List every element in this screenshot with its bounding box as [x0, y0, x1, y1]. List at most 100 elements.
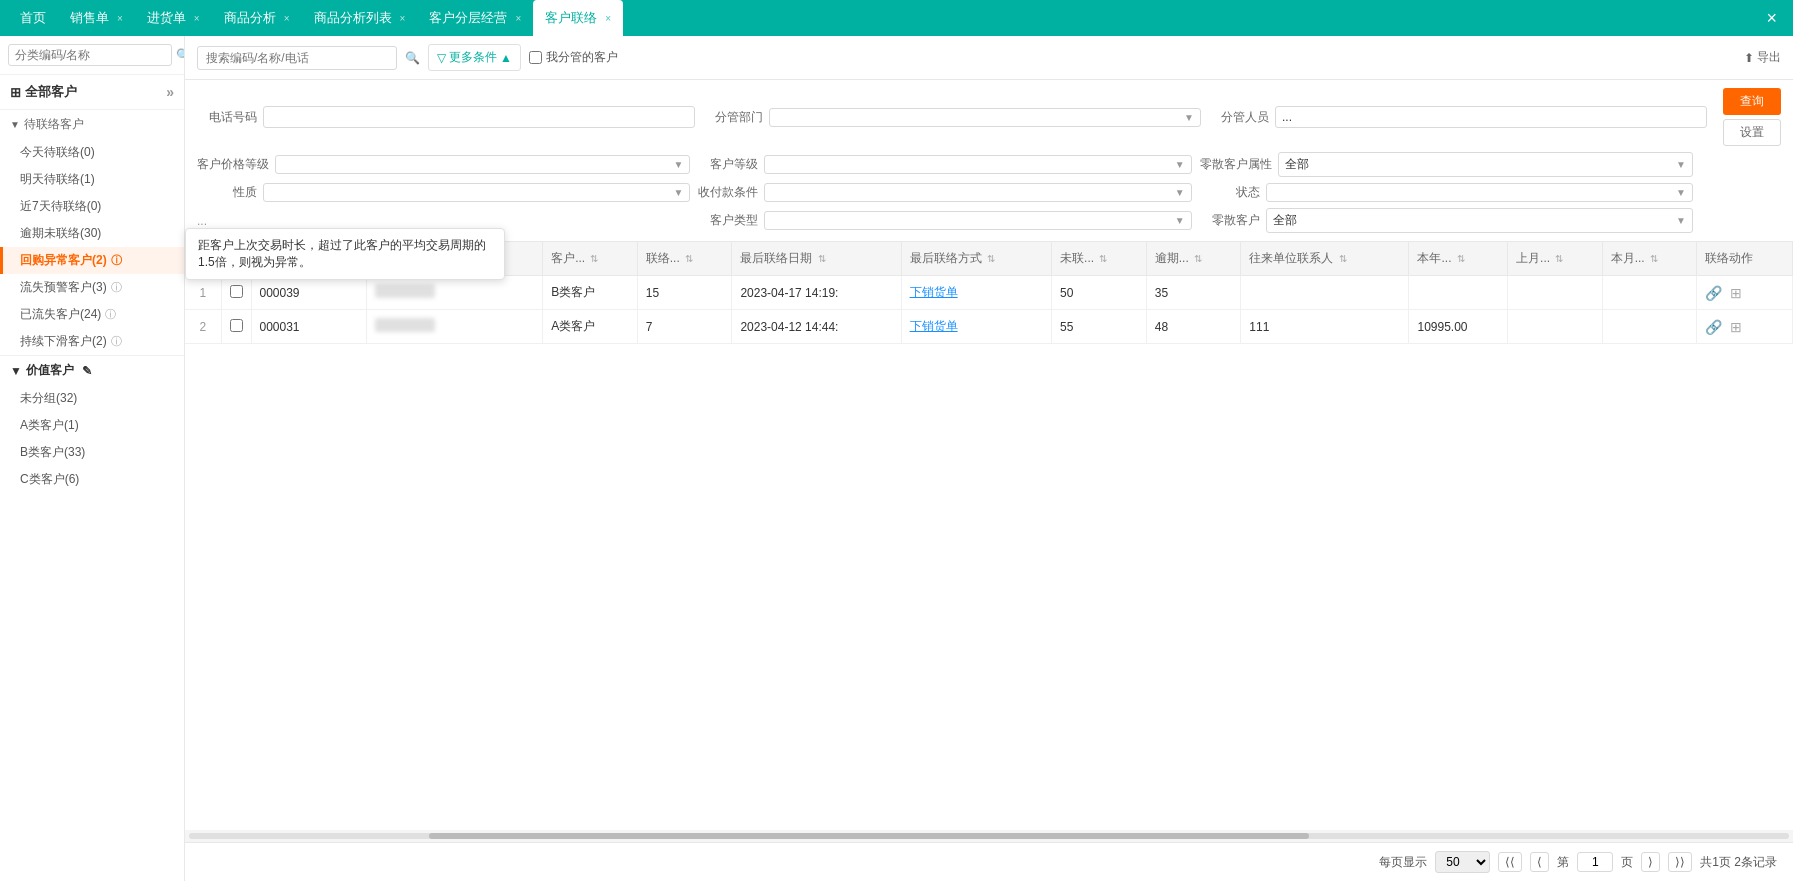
nav-product-list-close[interactable]: ×	[400, 13, 406, 24]
export-button[interactable]: ⬆ 导出	[1744, 49, 1781, 66]
col-partner-contact: 往来单位联系人 ⇅	[1241, 242, 1409, 276]
row-1-last-month	[1508, 276, 1603, 310]
sidebar-item-abnormal-repurchase[interactable]: 回购异常客户(2) ⓘ	[0, 247, 184, 274]
price-level-select[interactable]: ▼	[275, 155, 690, 174]
sidebar-item-ungrouped[interactable]: 未分组(32)	[0, 385, 184, 412]
row-2-grid-icon[interactable]: ⊞	[1730, 319, 1742, 335]
nature-select[interactable]: ▼	[263, 183, 690, 202]
page-number-input[interactable]	[1577, 852, 1613, 872]
nav-product-analysis-close[interactable]: ×	[284, 13, 290, 24]
nav-purchase-close[interactable]: ×	[194, 13, 200, 24]
horizontal-scrollbar[interactable]	[185, 830, 1793, 842]
nav-home[interactable]: 首页	[8, 0, 58, 36]
per-page-label: 每页显示	[1379, 854, 1427, 871]
customer-level-select[interactable]: ▼	[764, 155, 1191, 174]
col-overdue: 逾期... ⇅	[1146, 242, 1241, 276]
sidebar-item-7days[interactable]: 近7天待联络(0)	[0, 193, 184, 220]
row-2-contact: 7	[637, 310, 732, 344]
scatter-attr-select[interactable]: 全部 ▼	[1278, 152, 1693, 177]
first-page-button[interactable]: ⟨⟨	[1498, 852, 1522, 872]
sidebar-item-churn-warning[interactable]: 流失预警客户(3) ⓘ	[0, 274, 184, 301]
more-filter-dots[interactable]: ...	[197, 214, 207, 228]
sidebar-item-today[interactable]: 今天待联络(0)	[0, 139, 184, 166]
scrollbar-track[interactable]	[189, 833, 1789, 839]
nav-sales-close[interactable]: ×	[117, 13, 123, 24]
row-1-link-icon[interactable]: 🔗	[1705, 285, 1722, 301]
sidebar-search-icon[interactable]: 🔍	[176, 48, 185, 62]
row-2-overdue: 48	[1146, 310, 1241, 344]
row-1-name	[366, 276, 542, 310]
row-2-last-month	[1508, 310, 1603, 344]
prev-page-button[interactable]: ⟨	[1530, 852, 1549, 872]
export-icon: ⬆	[1744, 51, 1754, 65]
sidebar-group-value[interactable]: ▼ 价值客户 ✎	[0, 355, 184, 385]
customer-type-select[interactable]: ▼	[764, 211, 1191, 230]
nav-sales[interactable]: 销售单 ×	[58, 0, 135, 36]
manager-select[interactable]: ...	[1275, 106, 1707, 128]
page-label: 第	[1557, 854, 1569, 871]
sidebar-group-pending[interactable]: ▼ 待联络客户	[0, 110, 184, 139]
filter-search-icon[interactable]: 🔍	[405, 51, 420, 65]
dept-select[interactable]: ▼	[769, 108, 1201, 127]
customer-level-label: 客户等级	[698, 156, 758, 173]
customer-type-chevron-icon: ▼	[1175, 215, 1185, 226]
nav-product-list[interactable]: 商品分析列表 ×	[302, 0, 418, 36]
nav-purchase[interactable]: 进货单 ×	[135, 0, 212, 36]
row-1-this-month	[1602, 276, 1697, 310]
filter-phone: 电话号码	[197, 106, 695, 128]
setting-button[interactable]: 设置	[1723, 119, 1781, 146]
sidebar-item-class-a[interactable]: A类客户(1)	[0, 412, 184, 439]
table-row: 2 000031 A类客户	[185, 310, 1793, 344]
more-conditions-button[interactable]: ▽ 更多条件 ▲	[428, 44, 521, 71]
row-1-checkbox[interactable]	[230, 285, 243, 298]
col-last-date: 最后联络日期 ⇅	[732, 242, 901, 276]
sidebar-item-class-b[interactable]: B类客户(33)	[0, 439, 184, 466]
row-2-link-icon[interactable]: 🔗	[1705, 319, 1722, 335]
sidebar-collapse-btn[interactable]: »	[166, 84, 174, 100]
sidebar-item-tomorrow[interactable]: 明天待联络(1)	[0, 166, 184, 193]
nav-customer-tier[interactable]: 客户分层经营 ×	[417, 0, 533, 36]
phone-input[interactable]	[263, 106, 695, 128]
table-wrapper[interactable]: ⚙ 客户编码 ⇅ 客户名称 ⇅	[185, 242, 1793, 830]
sidebar-item-overdue[interactable]: 逾期未联络(30)	[0, 220, 184, 247]
row-2-action-icons: 🔗 ⊞	[1705, 319, 1784, 335]
scatter-attr-chevron-icon: ▼	[1676, 159, 1686, 170]
row-1-checkbox-cell[interactable]	[221, 276, 251, 310]
row-2-checkbox[interactable]	[230, 319, 243, 332]
sidebar-item-class-c[interactable]: C类客户(6)	[0, 466, 184, 493]
sidebar-search-input[interactable]	[8, 44, 172, 66]
edit-icon[interactable]: ✎	[82, 364, 92, 378]
filter-search-input[interactable]	[197, 46, 397, 70]
query-button[interactable]: 查询	[1723, 88, 1781, 115]
my-customers-checkbox[interactable]	[529, 51, 542, 64]
nav-customer-contact[interactable]: 客户联络 ×	[533, 0, 623, 36]
scrollbar-thumb[interactable]	[429, 833, 1309, 839]
my-customers-checkbox-label[interactable]: 我分管的客户	[529, 49, 618, 66]
sidebar-item-churned[interactable]: 已流失客户(24) ⓘ	[0, 301, 184, 328]
scatter-customer-select[interactable]: 全部 ▼	[1266, 208, 1693, 233]
filter-row-1: 电话号码 分管部门 ▼ 分管人员 ... 查询	[197, 88, 1781, 146]
next-page-button[interactable]: ⟩	[1641, 852, 1660, 872]
row-1-grid-icon[interactable]: ⊞	[1730, 285, 1742, 301]
grid-icon: ⊞	[10, 85, 21, 100]
last-page-button[interactable]: ⟩⟩	[1668, 852, 1692, 872]
nav-customer-contact-close[interactable]: ×	[605, 13, 611, 24]
row-2-checkbox-cell[interactable]	[221, 310, 251, 344]
sidebar-all-customers[interactable]: ⊞ 全部客户 »	[0, 75, 184, 110]
col-customer-type: 客户... ⇅	[543, 242, 638, 276]
customer-type-label: 客户类型	[698, 212, 758, 229]
payment-select[interactable]: ▼	[764, 183, 1191, 202]
info-icon-2: ⓘ	[111, 280, 122, 295]
filter-customer-level: 客户等级 ▼	[698, 155, 1191, 174]
filter-price-level: 客户价格等级 ▼	[197, 155, 690, 174]
per-page-select[interactable]: 50 100 200	[1435, 851, 1490, 873]
sidebar: 🔍 ⊞ 全部客户 » ▼ 待联络客户 今天待联络(0) 明天待联络(1) 近7天…	[0, 36, 185, 881]
col-action: 联络动作	[1697, 242, 1793, 276]
window-close-button[interactable]: ×	[1758, 8, 1785, 29]
status-select[interactable]: ▼	[1266, 183, 1693, 202]
row-2-this-month	[1602, 310, 1697, 344]
nav-customer-tier-close[interactable]: ×	[515, 13, 521, 24]
chevron-up-icon: ▲	[500, 51, 512, 65]
nav-product-analysis[interactable]: 商品分析 ×	[212, 0, 302, 36]
sidebar-item-declining[interactable]: 持续下滑客户(2) ⓘ	[0, 328, 184, 355]
